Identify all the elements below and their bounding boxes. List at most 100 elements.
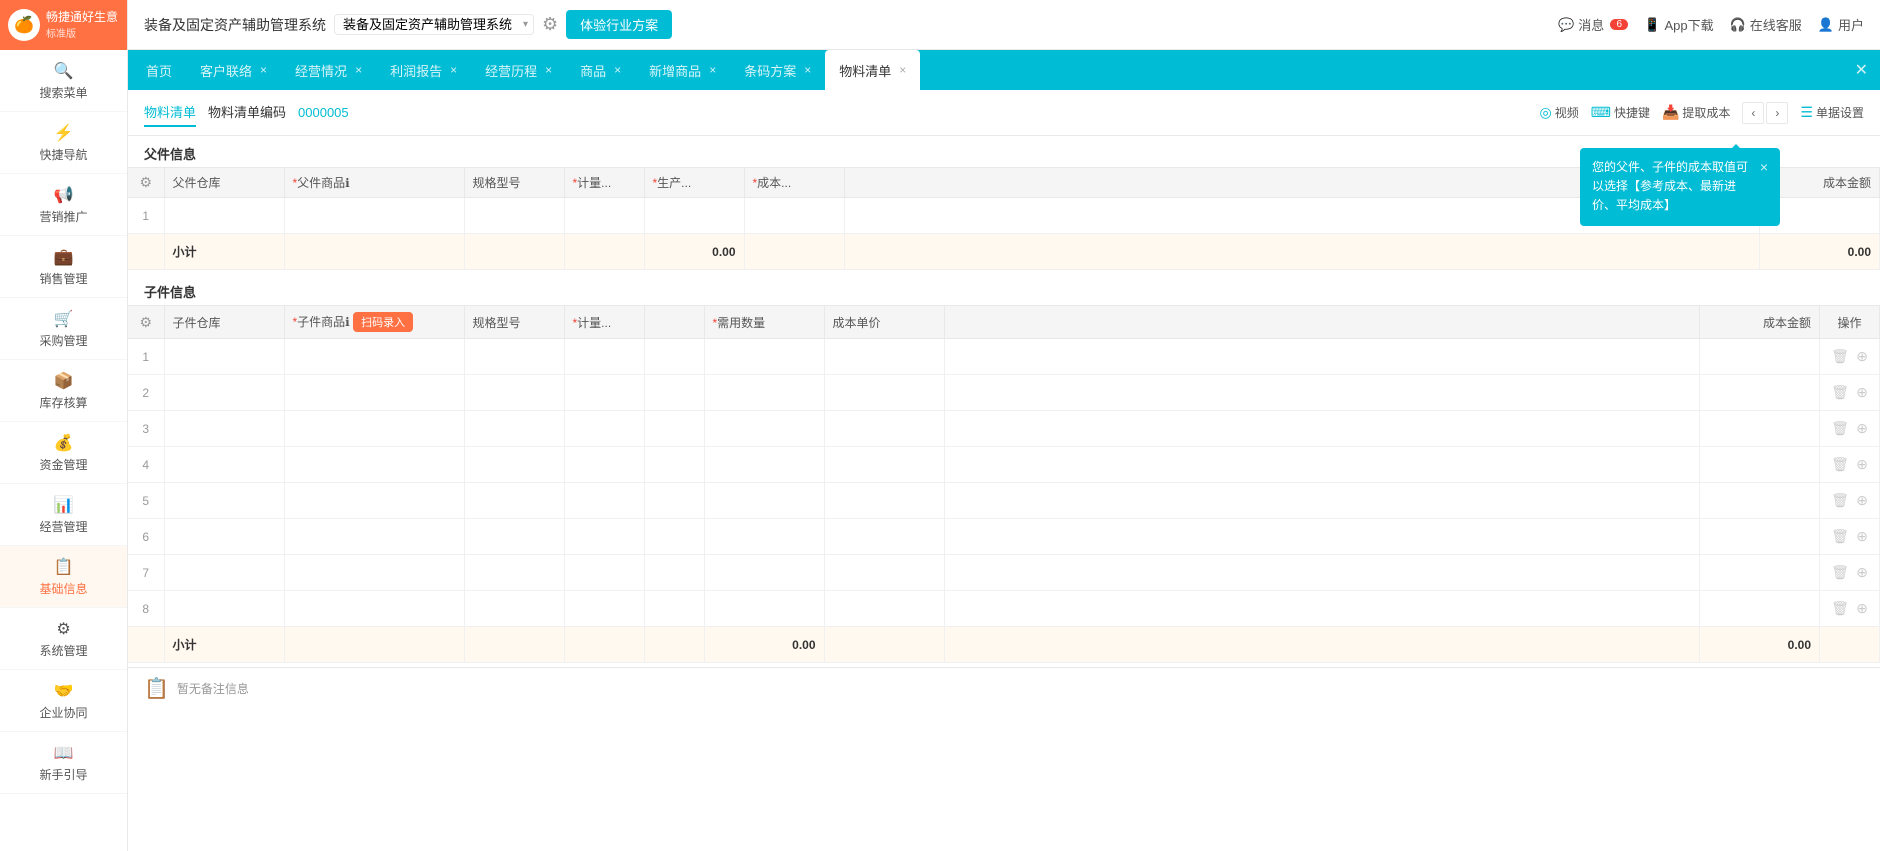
online-service-item[interactable]: 🎧 在线客服 bbox=[1730, 15, 1802, 34]
subheader-tab2[interactable]: 物料清单编码 bbox=[208, 98, 286, 127]
child-row-3-spec[interactable] bbox=[464, 411, 564, 447]
sidebar-item-基础信息[interactable]: 📋 基础信息 bbox=[0, 546, 127, 608]
nav-prev-btn[interactable]: ‹ bbox=[1742, 102, 1764, 124]
navtab-1[interactable]: 客户联络× bbox=[186, 50, 281, 90]
navtab-close-7[interactable]: × bbox=[804, 64, 811, 76]
child-row-8-price[interactable] bbox=[824, 591, 944, 627]
navtab-3[interactable]: 利润报告× bbox=[376, 50, 471, 90]
child-row-7-unit[interactable] bbox=[564, 555, 644, 591]
child-row-7-qty[interactable] bbox=[704, 555, 824, 591]
extract-cost-item[interactable]: 📥 提取成本 bbox=[1662, 104, 1730, 121]
parent-row-1-product[interactable] bbox=[284, 198, 464, 234]
shortcut-item[interactable]: ⌨ 快捷键 bbox=[1591, 104, 1650, 121]
system-select[interactable]: 装备及固定资产辅助管理系统 bbox=[334, 14, 534, 35]
child-row-5-warehouse[interactable] bbox=[164, 483, 284, 519]
child-row-8-unit[interactable] bbox=[564, 591, 644, 627]
sidebar-item-采购管理[interactable]: 🛒 采购管理 bbox=[0, 298, 127, 360]
child-row-5-spec[interactable] bbox=[464, 483, 564, 519]
nav-next-btn[interactable]: › bbox=[1766, 102, 1788, 124]
navtab-6[interactable]: 新增商品× bbox=[635, 50, 730, 90]
sidebar-item-资金管理[interactable]: 💰 资金管理 bbox=[0, 422, 127, 484]
child-row-8-qty[interactable] bbox=[704, 591, 824, 627]
child-row-8-copy-icon[interactable]: ⊕ bbox=[1856, 600, 1868, 616]
child-row-7-spec[interactable] bbox=[464, 555, 564, 591]
child-row-3-price[interactable] bbox=[824, 411, 944, 447]
child-row-4-spec[interactable] bbox=[464, 447, 564, 483]
child-row-2-product[interactable] bbox=[284, 375, 464, 411]
child-row-3-unit[interactable] bbox=[564, 411, 644, 447]
child-row-1-warehouse[interactable] bbox=[164, 339, 284, 375]
child-row-6-qty[interactable] bbox=[704, 519, 824, 555]
child-row-1-delete-icon[interactable]: 🗑 bbox=[1831, 348, 1849, 364]
child-row-7-warehouse[interactable] bbox=[164, 555, 284, 591]
child-row-5-product[interactable] bbox=[284, 483, 464, 519]
app-download-item[interactable]: 📱 App下载 bbox=[1644, 15, 1713, 34]
sidebar-item-搜索菜单[interactable]: 🔍 搜索菜单 bbox=[0, 50, 127, 112]
system-select-wrapper[interactable]: 装备及固定资产辅助管理系统 bbox=[334, 14, 534, 35]
navtab-close-1[interactable]: × bbox=[260, 64, 267, 76]
navtab-0[interactable]: 首页 bbox=[132, 50, 186, 90]
child-row-8-warehouse[interactable] bbox=[164, 591, 284, 627]
child-row-6-delete-icon[interactable]: 🗑 bbox=[1831, 528, 1849, 544]
child-row-7-delete-icon[interactable]: 🗑 bbox=[1831, 564, 1849, 580]
navtab-close-6[interactable]: × bbox=[709, 64, 716, 76]
child-row-2-qty[interactable] bbox=[704, 375, 824, 411]
video-item[interactable]: ◎ 视频 bbox=[1540, 104, 1579, 121]
child-row-1-price[interactable] bbox=[824, 339, 944, 375]
child-row-4-delete-icon[interactable]: 🗑 bbox=[1831, 456, 1849, 472]
child-row-7-copy-icon[interactable]: ⊕ bbox=[1856, 564, 1868, 580]
navtab-7[interactable]: 条码方案× bbox=[730, 50, 825, 90]
sidebar-item-快捷导航[interactable]: ⚡ 快捷导航 bbox=[0, 112, 127, 174]
settings-item[interactable]: ☰ 单据设置 bbox=[1800, 104, 1864, 121]
child-row-1-unit[interactable] bbox=[564, 339, 644, 375]
navtab-close-2[interactable]: × bbox=[355, 64, 362, 76]
child-row-2-spec[interactable] bbox=[464, 375, 564, 411]
navtab-close-4[interactable]: × bbox=[545, 64, 552, 76]
child-row-1-qty[interactable] bbox=[704, 339, 824, 375]
child-row-5-copy-icon[interactable]: ⊕ bbox=[1856, 492, 1868, 508]
parent-row-1-spec[interactable] bbox=[464, 198, 564, 234]
navtab-2[interactable]: 经营情况× bbox=[281, 50, 376, 90]
user-item[interactable]: 👤 用户 bbox=[1818, 15, 1864, 34]
child-row-6-warehouse[interactable] bbox=[164, 519, 284, 555]
close-all-tabs[interactable]: ✕ bbox=[1847, 60, 1876, 80]
child-row-2-unit[interactable] bbox=[564, 375, 644, 411]
navtab-close-8[interactable]: × bbox=[899, 64, 906, 76]
navtab-5[interactable]: 商品× bbox=[566, 50, 635, 90]
child-row-4-product[interactable] bbox=[284, 447, 464, 483]
sidebar-item-系统管理[interactable]: ⚙ 系统管理 bbox=[0, 608, 127, 670]
tooltip-close-btn[interactable]: × bbox=[1760, 156, 1768, 178]
child-row-4-qty[interactable] bbox=[704, 447, 824, 483]
message-item[interactable]: 💬 消息 6 bbox=[1558, 15, 1628, 34]
settings-icon[interactable]: ⚙ bbox=[542, 14, 558, 35]
parent-gear-icon[interactable]: ⚙ bbox=[139, 174, 152, 190]
child-row-5-price[interactable] bbox=[824, 483, 944, 519]
child-row-3-copy-icon[interactable]: ⊕ bbox=[1856, 420, 1868, 436]
child-row-4-warehouse[interactable] bbox=[164, 447, 284, 483]
child-row-6-price[interactable] bbox=[824, 519, 944, 555]
child-row-3-product[interactable] bbox=[284, 411, 464, 447]
child-row-2-delete-icon[interactable]: 🗑 bbox=[1831, 384, 1849, 400]
parent-row-1-warehouse[interactable] bbox=[164, 198, 284, 234]
child-row-7-price[interactable] bbox=[824, 555, 944, 591]
child-row-6-spec[interactable] bbox=[464, 519, 564, 555]
child-row-4-price[interactable] bbox=[824, 447, 944, 483]
child-row-3-qty[interactable] bbox=[704, 411, 824, 447]
child-row-8-spec[interactable] bbox=[464, 591, 564, 627]
child-row-6-unit[interactable] bbox=[564, 519, 644, 555]
navtab-close-5[interactable]: × bbox=[614, 64, 621, 76]
child-row-1-copy-icon[interactable]: ⊕ bbox=[1856, 348, 1868, 364]
child-row-6-copy-icon[interactable]: ⊕ bbox=[1856, 528, 1868, 544]
sidebar-item-企业协同[interactable]: 🤝 企业协同 bbox=[0, 670, 127, 732]
subheader-tab1[interactable]: 物料清单 bbox=[144, 98, 196, 127]
child-row-5-delete-icon[interactable]: 🗑 bbox=[1831, 492, 1849, 508]
child-row-3-delete-icon[interactable]: 🗑 bbox=[1831, 420, 1849, 436]
child-row-2-copy-icon[interactable]: ⊕ bbox=[1856, 384, 1868, 400]
child-row-4-copy-icon[interactable]: ⊕ bbox=[1856, 456, 1868, 472]
sidebar-item-销售管理[interactable]: 💼 销售管理 bbox=[0, 236, 127, 298]
parent-row-1-prod[interactable] bbox=[644, 198, 744, 234]
scan-btn[interactable]: 扫码录入 bbox=[353, 312, 413, 332]
child-row-4-unit[interactable] bbox=[564, 447, 644, 483]
child-row-8-delete-icon[interactable]: 🗑 bbox=[1831, 600, 1849, 616]
sidebar-item-营销推广[interactable]: 📢 营销推广 bbox=[0, 174, 127, 236]
